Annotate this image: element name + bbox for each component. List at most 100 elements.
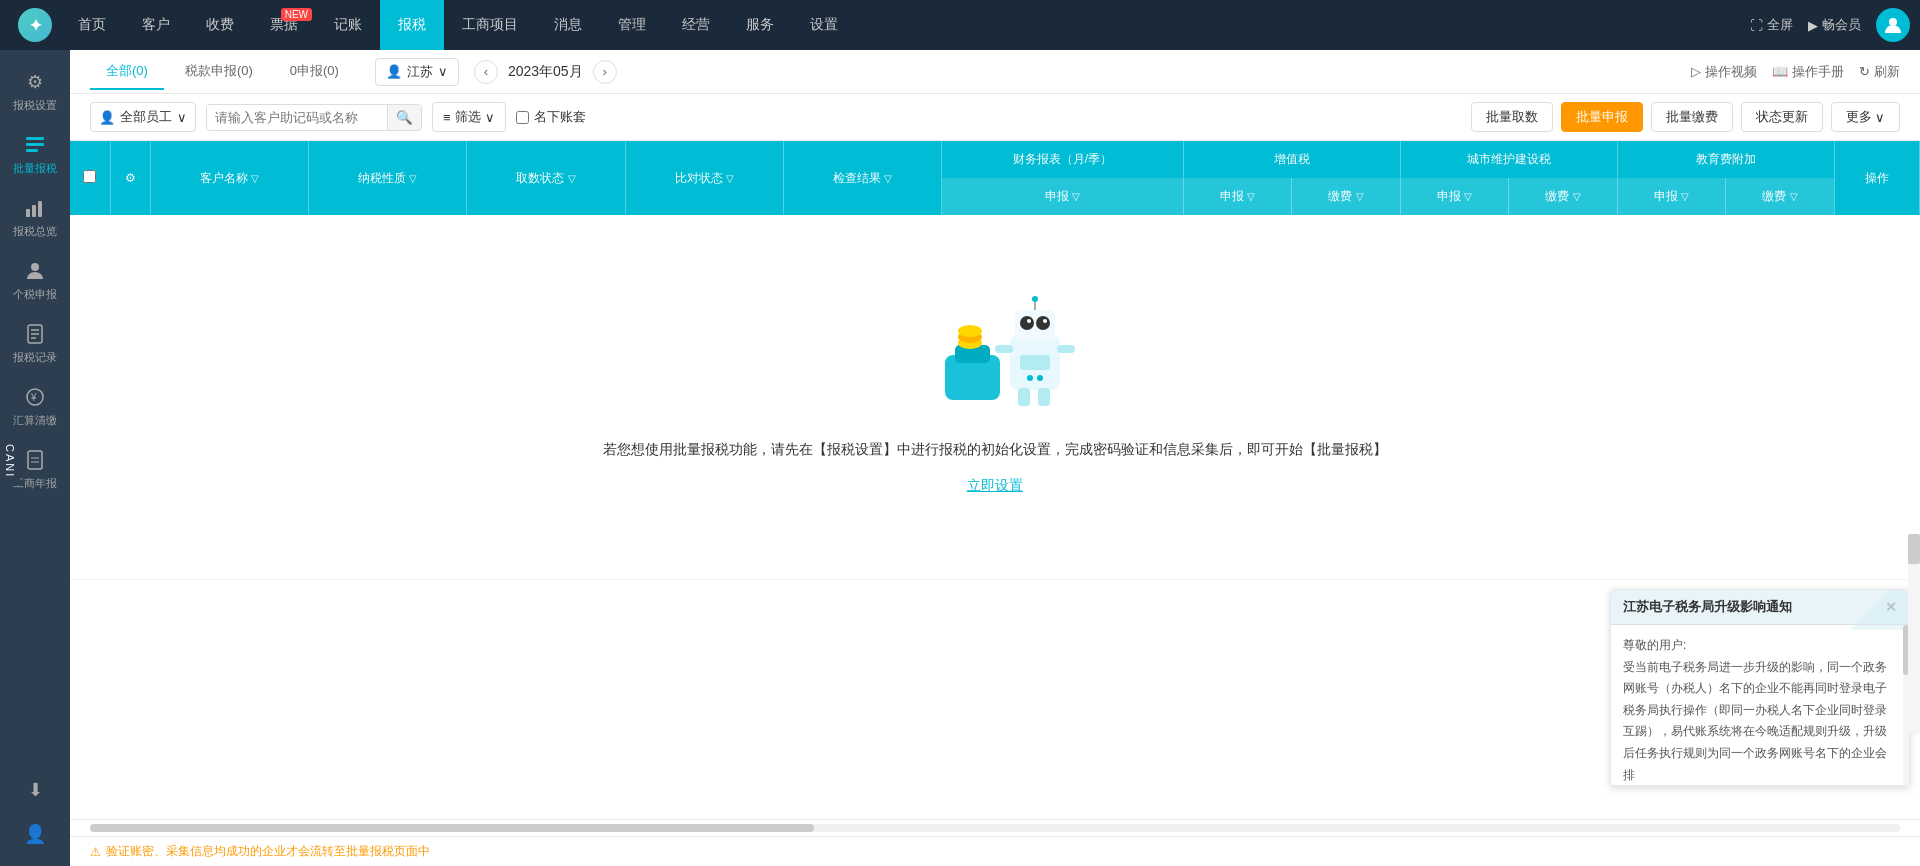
- region-selector[interactable]: 👤 江苏 ∨: [375, 58, 459, 86]
- operation-manual-btn[interactable]: 📖 操作手册: [1772, 63, 1844, 81]
- tax-type-filter-icon[interactable]: ▽: [409, 173, 417, 184]
- right-scrollbar-track: [1908, 534, 1920, 734]
- svg-rect-1: [26, 137, 44, 140]
- tab-zero-declaration[interactable]: 0申报(0): [274, 54, 355, 90]
- sidebar-bottom: ⬇ 👤: [0, 768, 70, 866]
- sidebar-user[interactable]: 👤: [0, 812, 70, 856]
- vat-pay-filter[interactable]: ▽: [1356, 191, 1364, 202]
- nav-tax[interactable]: 报税: [380, 0, 444, 50]
- th-check-result: 检查结果 ▽: [783, 141, 941, 215]
- svg-rect-34: [1020, 355, 1050, 370]
- region-icon: 👤: [386, 64, 402, 79]
- tab-all[interactable]: 全部(0): [90, 54, 164, 90]
- empty-state: 若您想使用批量报税功能，请先在【报税设置】中进行报税的初始化设置，完成密码验证和…: [70, 215, 1920, 579]
- nav-items: 首页 客户 收费 票据 NEW 记账 报税 工商项目 消息 管理 经营 服务 设…: [60, 0, 1750, 50]
- nav-accounting[interactable]: 记账: [316, 0, 380, 50]
- city-declare-filter[interactable]: ▽: [1464, 191, 1472, 202]
- employee-icon: 👤: [99, 110, 115, 125]
- tax-overview-icon: [23, 196, 47, 220]
- more-btn[interactable]: 更多 ∨: [1831, 102, 1900, 132]
- compare-filter-icon[interactable]: ▽: [726, 173, 734, 184]
- toolbar: 👤 全部员工 ∨ 🔍 ≡ 筛选 ∨ 名下账套 批量取数 批量申报 批量缴费: [70, 94, 1920, 141]
- scrollbar-thumb[interactable]: [90, 824, 814, 832]
- vat-declare-filter[interactable]: ▽: [1247, 191, 1255, 202]
- sidebar-item-personal-tax[interactable]: 个税申报: [0, 249, 70, 312]
- accounts-checkbox[interactable]: [516, 111, 529, 124]
- empty-robot-illustration: [935, 295, 1055, 415]
- svg-rect-5: [32, 205, 36, 217]
- th-compare-status: 比对状态 ▽: [625, 141, 783, 215]
- cani-badge: CANI: [0, 436, 20, 486]
- svg-point-29: [1032, 296, 1038, 302]
- filter-button[interactable]: ≡ 筛选 ∨: [432, 102, 506, 132]
- select-all-checkbox[interactable]: [83, 170, 96, 183]
- nav-management[interactable]: 管理: [600, 0, 664, 50]
- svg-rect-33: [1038, 388, 1050, 406]
- sidebar-item-batch-tax[interactable]: 批量报税: [0, 123, 70, 186]
- fullscreen-btn[interactable]: ⛶ 全屏: [1750, 16, 1793, 34]
- fetch-filter-icon[interactable]: ▽: [568, 173, 576, 184]
- batch-pay-btn[interactable]: 批量缴费: [1651, 102, 1733, 132]
- status-message: 验证账密、采集信息均成功的企业才会流转至批量报税页面中: [106, 843, 430, 860]
- nav-settings[interactable]: 设置: [792, 0, 856, 50]
- nav-business[interactable]: 工商项目: [444, 0, 536, 50]
- notification-body: 尊敬的用户:受当前电子税务局进一步升级的影响，同一个政务网账号（办税人）名下的企…: [1611, 625, 1909, 785]
- right-scrollbar-thumb[interactable]: [1908, 534, 1920, 564]
- personal-tax-icon: [23, 259, 47, 283]
- status-update-btn[interactable]: 状态更新: [1741, 102, 1823, 132]
- fin-declare-filter[interactable]: ▽: [1072, 191, 1080, 202]
- svg-point-7: [31, 263, 39, 271]
- sidebar-item-settlement[interactable]: ¥ 汇算清缴: [0, 375, 70, 438]
- svg-text:¥: ¥: [30, 392, 37, 403]
- avatar[interactable]: [1876, 8, 1910, 42]
- edu-pay-filter[interactable]: ▽: [1790, 191, 1798, 202]
- svg-point-0: [1889, 18, 1897, 26]
- sidebar-item-tax-settings[interactable]: ⚙ 报税设置: [0, 60, 70, 123]
- nav-billing[interactable]: 收费: [188, 0, 252, 50]
- search-box: 🔍: [206, 104, 422, 131]
- logo-icon: ✦: [18, 8, 52, 42]
- search-input[interactable]: [207, 105, 387, 130]
- sidebar-item-tax-overview[interactable]: 报税总览: [0, 186, 70, 249]
- svg-rect-14: [28, 451, 42, 469]
- batch-declare-btn[interactable]: 批量申报: [1561, 102, 1643, 132]
- top-nav: ✦ 首页 客户 收费 票据 NEW 记账 报税 工商项目 消息 管理 经营 服务…: [0, 0, 1920, 50]
- svg-point-21: [958, 325, 982, 337]
- month-prev-btn[interactable]: ‹: [474, 60, 498, 84]
- settings-icon[interactable]: ⚙: [125, 171, 136, 185]
- check-filter-icon[interactable]: ▽: [884, 173, 892, 184]
- customer-filter-icon[interactable]: ▽: [251, 173, 259, 184]
- nav-message[interactable]: 消息: [536, 0, 600, 50]
- nav-service[interactable]: 服务: [728, 0, 792, 50]
- notification-panel: 江苏电子税务局升级影响通知 ✕ 尊敬的用户:受当前电子税务局进一步升级的影响，同…: [1610, 589, 1910, 786]
- sidebar-download[interactable]: ⬇: [0, 768, 70, 812]
- nav-home[interactable]: 首页: [60, 0, 124, 50]
- nav-invoice[interactable]: 票据 NEW: [252, 0, 316, 50]
- search-button[interactable]: 🔍: [387, 105, 421, 130]
- th-vat-group: 增值税: [1183, 141, 1400, 178]
- nav-customer[interactable]: 客户: [124, 0, 188, 50]
- setup-link[interactable]: 立即设置: [967, 471, 1023, 499]
- fullscreen-icon: ⛶: [1750, 18, 1763, 33]
- th-education-group: 教育费附加: [1617, 141, 1834, 178]
- svg-rect-30: [995, 345, 1013, 353]
- edu-declare-filter[interactable]: ▽: [1681, 191, 1689, 202]
- city-pay-filter[interactable]: ▽: [1573, 191, 1581, 202]
- region-text: 江苏: [407, 63, 433, 81]
- batch-fetch-btn[interactable]: 批量取数: [1471, 102, 1553, 132]
- th-city-pay: 缴费 ▽: [1509, 178, 1618, 215]
- batch-tax-icon: [23, 133, 47, 157]
- checkbox-label[interactable]: 名下账套: [516, 108, 586, 126]
- employee-filter[interactable]: 👤 全部员工 ∨: [90, 102, 196, 132]
- tab-tax-declaration[interactable]: 税款申报(0): [169, 54, 269, 90]
- operation-video-btn[interactable]: ▷ 操作视频: [1691, 63, 1757, 81]
- member-btn[interactable]: ▶ 畅会员: [1808, 16, 1861, 34]
- svg-point-36: [1037, 375, 1043, 381]
- month-next-btn[interactable]: ›: [593, 60, 617, 84]
- scrollbar-track[interactable]: [90, 824, 1900, 832]
- more-dropdown-icon: ∨: [1875, 110, 1885, 125]
- nav-operations[interactable]: 经营: [664, 0, 728, 50]
- th-settings: ⚙: [110, 141, 150, 215]
- sidebar-item-tax-records[interactable]: 报税记录: [0, 312, 70, 375]
- refresh-btn[interactable]: ↻ 刷新: [1859, 63, 1900, 81]
